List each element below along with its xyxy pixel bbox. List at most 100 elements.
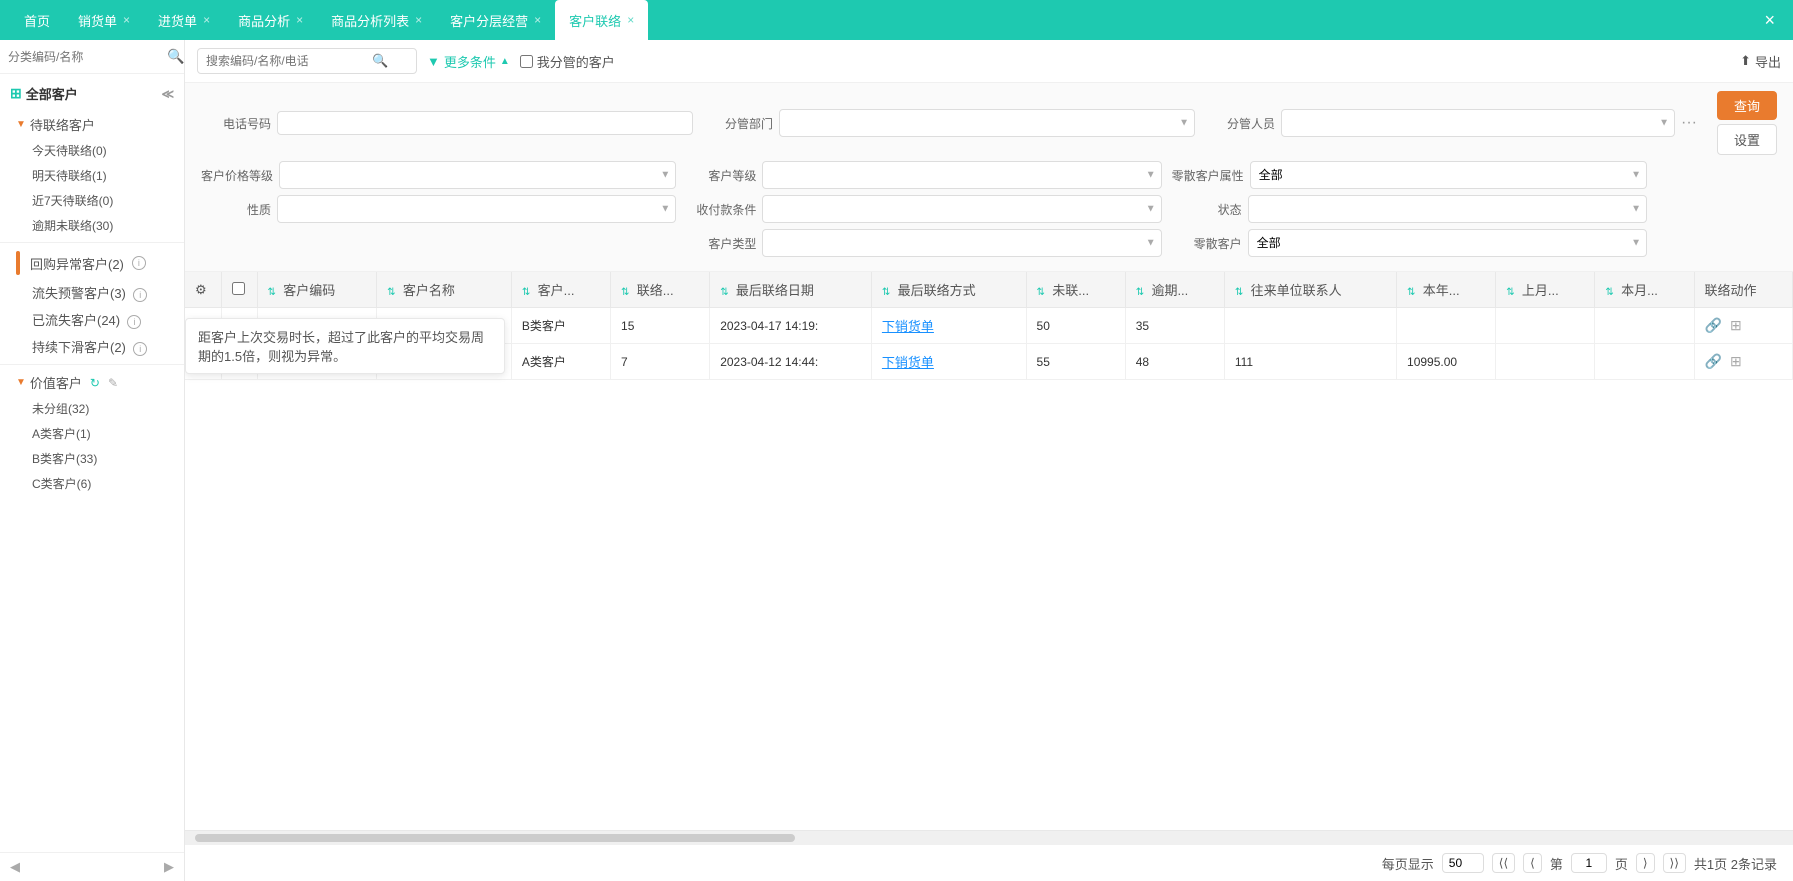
sort-icon[interactable]: ⇅ (621, 287, 629, 298)
sidebar-item-class-b[interactable]: B类客户(33) (0, 446, 184, 471)
arrow-icon: ▼ (16, 377, 26, 388)
sidebar-item-class-a[interactable]: A类客户(1) (0, 421, 184, 446)
search-input[interactable] (206, 54, 366, 68)
nav-item-goods-list[interactable]: 商品分析列表 × (317, 0, 436, 40)
sort-icon[interactable]: ⇅ (1235, 287, 1243, 298)
next-page-button[interactable]: ⟩ (1636, 853, 1655, 873)
customer-level-select[interactable] (762, 161, 1161, 189)
refresh-icon[interactable]: ↻ (90, 376, 100, 390)
table-settings-icon[interactable]: ⚙ (195, 282, 207, 297)
setting-button[interactable]: 设置 (1717, 124, 1777, 155)
sidebar-search-icon[interactable]: 🔍 (167, 48, 184, 65)
payment-select[interactable] (762, 195, 1161, 223)
filter-field-price-level: 客户价格等级 ▼ (201, 161, 676, 189)
settings-col-header[interactable]: ⚙ (185, 272, 221, 308)
export-button[interactable]: ⬆ 导出 (1740, 52, 1781, 71)
grid-action-icon[interactable]: ⊞ (1730, 317, 1742, 334)
sidebar-all-customers[interactable]: ⊞ 全部客户 ≪ (0, 80, 184, 107)
grid-action-icon[interactable]: ⊞ (1730, 353, 1742, 370)
page-number-input[interactable] (1571, 853, 1607, 873)
close-icon[interactable]: × (203, 13, 210, 27)
nav-item-goods-analysis[interactable]: 商品分析 × (224, 0, 317, 40)
sort-icon[interactable]: ⇅ (1136, 287, 1144, 298)
dept-select[interactable] (779, 109, 1195, 137)
sort-icon[interactable]: ⇅ (387, 287, 395, 298)
sidebar-group-pending-header[interactable]: ▼ 待联络客户 (0, 111, 184, 138)
more-conditions-button[interactable]: ▼ 更多条件 ▲ (427, 52, 510, 71)
info-icon[interactable]: i (133, 288, 147, 302)
query-button[interactable]: 查询 (1717, 91, 1777, 120)
filter-row-3: 性质 ▼ 收付款条件 ▼ 状态 (201, 195, 1777, 223)
checkbox-col-header[interactable] (221, 272, 257, 308)
my-customers-checkbox[interactable] (520, 55, 533, 68)
last-method-link[interactable]: 下销货单 (882, 355, 934, 370)
sort-icon[interactable]: ⇅ (1605, 287, 1613, 298)
link-action-icon[interactable]: 🔗 (1705, 317, 1722, 334)
sidebar-item-lost-warning[interactable]: 流失预警客户(3) i (0, 279, 184, 306)
dept-label: 分管部门 (703, 115, 773, 132)
retail-customer-select[interactable]: 全部 (1248, 229, 1647, 257)
info-icon[interactable]: i (133, 342, 147, 356)
last-page-button[interactable]: ⟩⟩ (1663, 853, 1686, 873)
nature-select[interactable] (277, 195, 676, 223)
pagination-bar: 每页显示 50 ⟨⟨ ⟨ 第 页 ⟩ ⟩⟩ 共1页 2条记录 (185, 844, 1793, 881)
sort-icon[interactable]: ⇅ (1037, 287, 1045, 298)
window-close-button[interactable]: × (1756, 10, 1783, 31)
sidebar-group-value-header[interactable]: ▼ 价值客户 ↻ ✎ (0, 369, 184, 396)
close-icon[interactable]: × (123, 13, 130, 27)
sort-icon[interactable]: ⇅ (268, 287, 276, 298)
scroll-right-icon[interactable]: ▶ (164, 859, 174, 875)
scrollbar-thumb[interactable] (195, 834, 795, 842)
horizontal-scrollbar[interactable] (185, 830, 1793, 844)
sidebar-search-input[interactable] (8, 50, 163, 64)
nav-item-customer-contact[interactable]: 客户联络 × (555, 0, 648, 40)
col-this-month-label: 本月... (1621, 283, 1658, 298)
sort-icon[interactable]: ⇅ (1506, 287, 1514, 298)
prev-page-button[interactable]: ⟨ (1523, 853, 1542, 873)
retail-attr-select[interactable]: 全部 (1250, 161, 1647, 189)
nav-label-customer-tier: 客户分层经营 (450, 11, 528, 30)
sidebar-item-declining[interactable]: 持续下滑客户(2) i (0, 333, 184, 360)
nav-item-purchase[interactable]: 进货单 × (144, 0, 224, 40)
scroll-left-icon[interactable]: ◀ (10, 859, 20, 875)
nav-item-sales[interactable]: 销货单 × (64, 0, 144, 40)
sidebar-item-ungrouped[interactable]: 未分组(32) (0, 396, 184, 421)
my-customers-checkbox-label[interactable]: 我分管的客户 (520, 52, 615, 71)
sidebar-item-tomorrow[interactable]: 明天待联络(1) (0, 163, 184, 188)
search-icon[interactable]: 🔍 (372, 53, 388, 69)
close-icon[interactable]: × (627, 13, 634, 27)
sidebar-item-today[interactable]: 今天待联络(0) (0, 138, 184, 163)
sidebar-item-overdue[interactable]: 逾期未联络(30) (0, 213, 184, 238)
sidebar-item-7days[interactable]: 近7天待联络(0) (0, 188, 184, 213)
sort-icon[interactable]: ⇅ (720, 287, 728, 298)
sort-icon[interactable]: ⇅ (1407, 287, 1415, 298)
sidebar-item-class-c[interactable]: C类客户(6) (0, 471, 184, 496)
phone-input[interactable] (277, 111, 693, 135)
manager-select[interactable] (1281, 109, 1675, 137)
price-level-select[interactable] (279, 161, 676, 189)
sort-icon[interactable]: ⇅ (882, 287, 890, 298)
sort-icon[interactable]: ⇅ (522, 287, 530, 298)
sidebar-item-lost[interactable]: 已流失客户(24) i (0, 306, 184, 333)
page-size-select[interactable]: 50 (1442, 853, 1484, 873)
close-icon[interactable]: × (296, 13, 303, 27)
last-method-link[interactable]: 下销货单 (882, 319, 934, 334)
close-icon[interactable]: × (534, 13, 541, 27)
filter-field-manager: 分管人员 ▼ ··· (1205, 109, 1697, 137)
ellipsis-button[interactable]: ··· (1681, 114, 1697, 132)
info-icon[interactable]: i (127, 315, 141, 329)
nav-item-home[interactable]: 首页 (10, 0, 64, 40)
sidebar-group-repurchase-header[interactable]: 回购异常客户(2) i (0, 247, 184, 279)
status-select[interactable] (1248, 195, 1647, 223)
first-page-button[interactable]: ⟨⟨ (1492, 853, 1515, 873)
select-all-checkbox[interactable] (232, 282, 245, 295)
per-page-label: 每页显示 (1382, 854, 1434, 873)
info-icon[interactable]: i (132, 256, 146, 270)
col-last-date: ⇅ 最后联络日期 (710, 272, 872, 308)
customer-type-select[interactable] (762, 229, 1161, 257)
close-icon[interactable]: × (415, 13, 422, 27)
link-action-icon[interactable]: 🔗 (1705, 353, 1722, 370)
nav-item-customer-tier[interactable]: 客户分层经营 × (436, 0, 555, 40)
collapse-icon[interactable]: ≪ (161, 87, 174, 101)
edit-icon[interactable]: ✎ (108, 376, 118, 390)
